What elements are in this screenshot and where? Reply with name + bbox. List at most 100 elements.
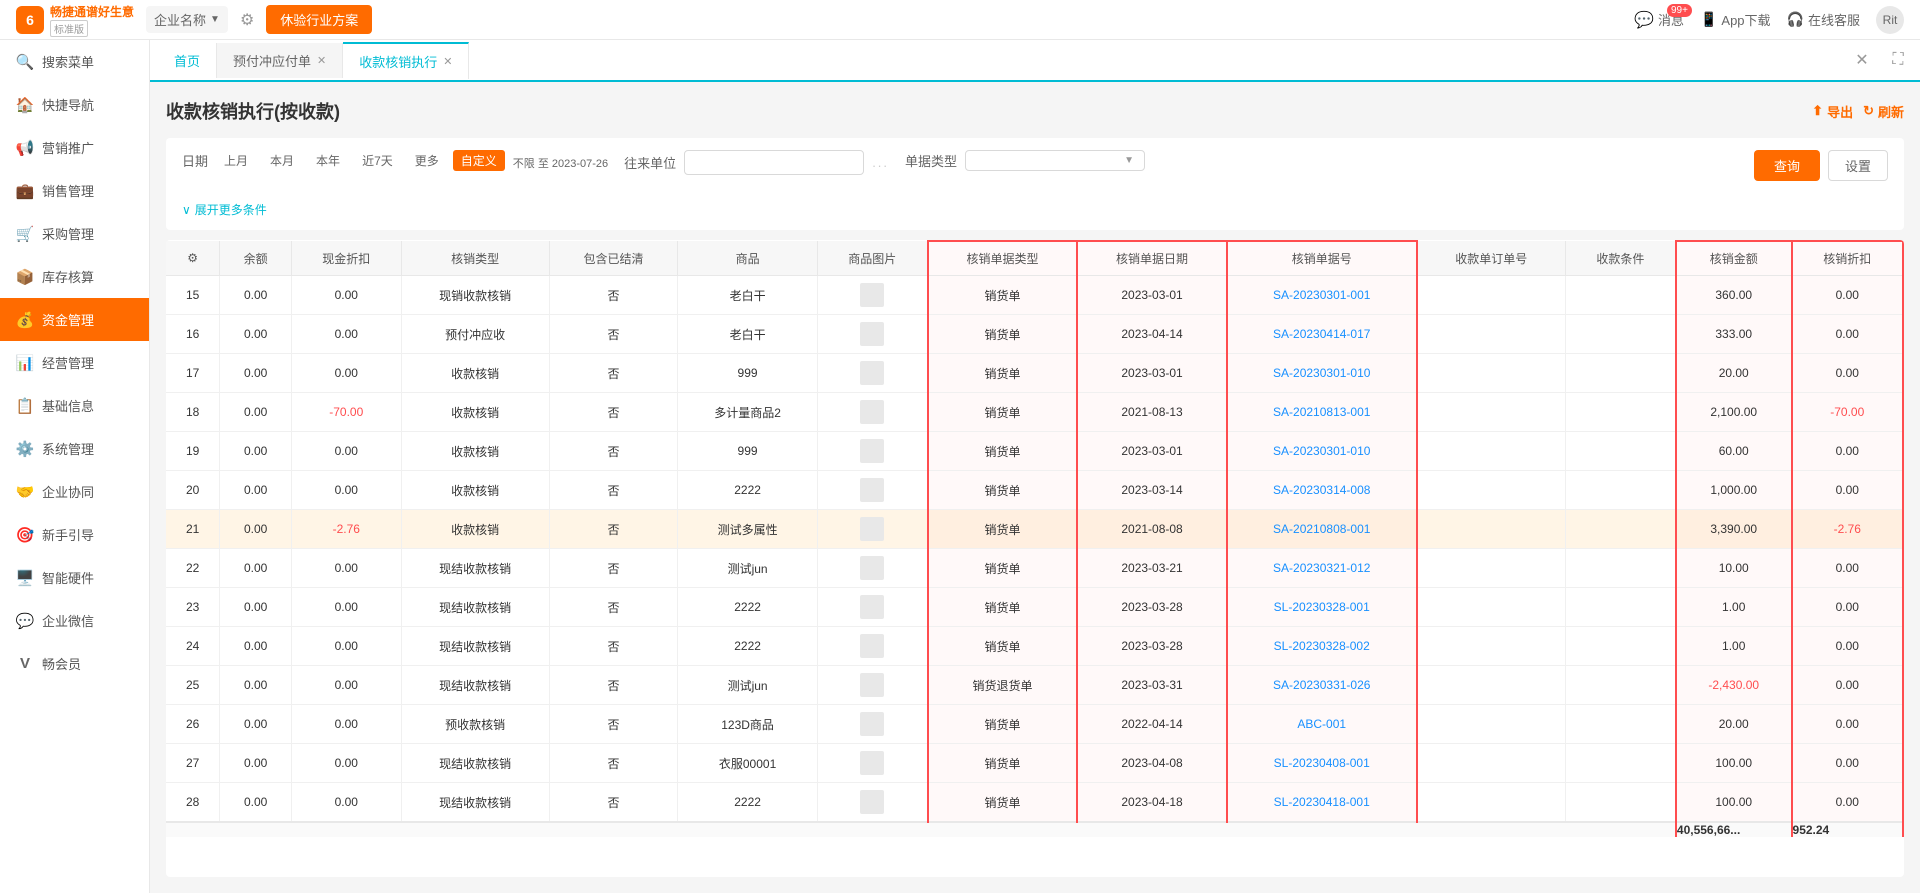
cell-voucher-no[interactable]: SL-20230408-001 — [1227, 744, 1417, 783]
date-opt-last-month[interactable]: 上月 — [216, 150, 256, 171]
cell-voucher-no[interactable]: SA-20230321-012 — [1227, 549, 1417, 588]
col-header-voucher-no: 核销单据号 — [1227, 241, 1417, 276]
sidebar-item-basic[interactable]: 📋 基础信息 — [0, 384, 149, 427]
cell-cash-discount: 0.00 — [291, 549, 401, 588]
date-opt-7days[interactable]: 近7天 — [354, 150, 401, 171]
sidebar-item-marketing[interactable]: 📢 营销推广 — [0, 126, 149, 169]
voucher-no-link[interactable]: SA-20230314-008 — [1273, 483, 1370, 497]
voucher-no-link[interactable]: SA-20210813-001 — [1273, 405, 1370, 419]
cell-voucher-no[interactable]: SA-20230301-010 — [1227, 432, 1417, 471]
partner-input[interactable] — [684, 150, 864, 175]
window-close-button[interactable]: ✕ — [1848, 46, 1876, 74]
query-button[interactable]: 查询 — [1754, 150, 1820, 181]
cell-type: 收款核销 — [401, 510, 549, 549]
cell-voucher-no[interactable]: ABC-001 — [1227, 705, 1417, 744]
voucher-no-link[interactable]: ABC-001 — [1297, 717, 1346, 731]
date-opt-this-month[interactable]: 本月 — [262, 150, 302, 171]
sidebar-item-operations[interactable]: 📊 经营管理 — [0, 341, 149, 384]
cell-voucher-no[interactable]: SL-20230418-001 — [1227, 783, 1417, 823]
tab-home[interactable]: 首页 — [158, 43, 217, 78]
voucher-no-link[interactable]: SA-20230301-001 — [1273, 288, 1370, 302]
app-download-button[interactable]: 📱 App下载 — [1700, 10, 1771, 29]
voucher-no-link[interactable]: SA-20230331-026 — [1273, 678, 1370, 692]
cell-voucher-no[interactable]: SA-20210808-001 — [1227, 510, 1417, 549]
cell-amount: 1.00 — [1676, 627, 1792, 666]
cell-discount: 0.00 — [1792, 744, 1903, 783]
sidebar-item-label: 畅会员 — [42, 654, 81, 673]
voucher-no-link[interactable]: SA-20230414-017 — [1273, 327, 1370, 341]
cell-type: 现结收款核销 — [401, 783, 549, 823]
sidebar-item-wechat[interactable]: 💬 企业微信 — [0, 599, 149, 642]
expand-more-button[interactable]: ∨ 展开更多条件 — [182, 201, 1888, 218]
sidebar-item-guide[interactable]: 🎯 新手引导 — [0, 513, 149, 556]
sidebar-item-label: 系统管理 — [42, 439, 94, 458]
voucher-type-select[interactable]: ▼ — [965, 150, 1145, 171]
sidebar-item-search[interactable]: 🔍 搜索菜单 — [0, 40, 149, 83]
company-selector[interactable]: 企业名称 ▼ — [146, 6, 228, 33]
cell-voucher-no[interactable]: SA-20210813-001 — [1227, 393, 1417, 432]
date-opt-more[interactable]: 更多 — [407, 150, 447, 171]
voucher-no-link[interactable]: SL-20230418-001 — [1274, 795, 1370, 809]
tab-close-icon[interactable]: ✕ — [317, 54, 326, 67]
partner-filter-label: 往来单位 — [624, 153, 676, 172]
window-maximize-button[interactable]: ⛶ — [1884, 46, 1912, 74]
message-button[interactable]: 💬 99+ 消息 — [1634, 10, 1684, 30]
filter-bar: 日期 上月 本月 本年 近7天 更多 自定义 不限 至 2023-07-26 往… — [166, 138, 1904, 230]
cell-discount: 0.00 — [1792, 432, 1903, 471]
cell-voucher-no[interactable]: SL-20230328-001 — [1227, 588, 1417, 627]
sidebar-item-finance[interactable]: 💰 资金管理 — [0, 298, 149, 341]
partner-filter-group: 往来单位 ... — [624, 150, 889, 175]
cell-goods: 2222 — [678, 471, 817, 510]
cell-collection-order — [1417, 393, 1566, 432]
industry-button[interactable]: 休验行业方案 — [266, 5, 372, 34]
cell-voucher-no[interactable]: SA-20230414-017 — [1227, 315, 1417, 354]
sidebar-item-inventory[interactable]: 📦 库存核算 — [0, 255, 149, 298]
voucher-no-link[interactable]: SA-20230321-012 — [1273, 561, 1370, 575]
tab-prepaid[interactable]: 预付冲应付单 ✕ — [217, 43, 343, 78]
totals-row: 40,556,66... 952.24 — [166, 822, 1903, 837]
sidebar-item-member[interactable]: V 畅会员 — [0, 642, 149, 685]
voucher-no-link[interactable]: SA-20230301-010 — [1273, 444, 1370, 458]
col-header-gear[interactable]: ⚙ — [166, 241, 220, 276]
cell-type: 现结收款核销 — [401, 666, 549, 705]
cell-voucher-date: 2023-03-28 — [1077, 588, 1226, 627]
cell-no: 25 — [166, 666, 220, 705]
voucher-no-link[interactable]: SL-20230328-001 — [1274, 600, 1370, 614]
cell-voucher-type: 销货退货单 — [928, 666, 1077, 705]
date-opt-custom[interactable]: 自定义 — [453, 150, 505, 171]
cell-no: 19 — [166, 432, 220, 471]
cell-voucher-no[interactable]: SL-20230328-002 — [1227, 627, 1417, 666]
voucher-no-link[interactable]: SL-20230408-001 — [1274, 756, 1370, 770]
gear-settings-icon[interactable]: ⚙ — [240, 10, 254, 30]
filter-dots: ... — [872, 155, 889, 170]
cell-voucher-no[interactable]: SA-20230301-010 — [1227, 354, 1417, 393]
sidebar-item-enterprise[interactable]: 🤝 企业协同 — [0, 470, 149, 513]
user-avatar[interactable]: Rit — [1876, 6, 1904, 34]
voucher-no-link[interactable]: SA-20210808-001 — [1273, 522, 1370, 536]
voucher-no-link[interactable]: SL-20230328-002 — [1274, 639, 1370, 653]
refresh-button[interactable]: ↻ 刷新 — [1863, 102, 1904, 121]
tab-collection[interactable]: 收款核销执行 ✕ — [343, 42, 469, 79]
settings-button[interactable]: 设置 — [1828, 150, 1888, 181]
export-button[interactable]: ⬆ 导出 — [1812, 102, 1853, 121]
sidebar-item-quicknav[interactable]: 🏠 快捷导航 — [0, 83, 149, 126]
date-opt-this-year[interactable]: 本年 — [308, 150, 348, 171]
cell-voucher-type: 销货单 — [928, 393, 1077, 432]
cell-voucher-no[interactable]: SA-20230314-008 — [1227, 471, 1417, 510]
sidebar-item-sales[interactable]: 💼 销售管理 — [0, 169, 149, 212]
voucher-no-link[interactable]: SA-20230301-010 — [1273, 366, 1370, 380]
sidebar-item-purchase[interactable]: 🛒 采购管理 — [0, 212, 149, 255]
sidebar-item-hardware[interactable]: 🖥️ 智能硬件 — [0, 556, 149, 599]
sidebar-item-system[interactable]: ⚙️ 系统管理 — [0, 427, 149, 470]
cell-voucher-no[interactable]: SA-20230331-026 — [1227, 666, 1417, 705]
cell-voucher-date: 2022-04-14 — [1077, 705, 1226, 744]
cell-goods-img — [817, 744, 928, 783]
cell-goods: 测试jun — [678, 549, 817, 588]
tab-close-icon[interactable]: ✕ — [443, 55, 452, 68]
search-icon: 🔍 — [16, 53, 34, 71]
sales-icon: 💼 — [16, 182, 34, 200]
cell-amount: 3,390.00 — [1676, 510, 1792, 549]
online-service-button[interactable]: 🎧 在线客服 — [1787, 10, 1860, 29]
cell-voucher-no[interactable]: SA-20230301-001 — [1227, 276, 1417, 315]
logo-area: 6 畅捷通谱好生意 标准版 — [16, 3, 134, 37]
